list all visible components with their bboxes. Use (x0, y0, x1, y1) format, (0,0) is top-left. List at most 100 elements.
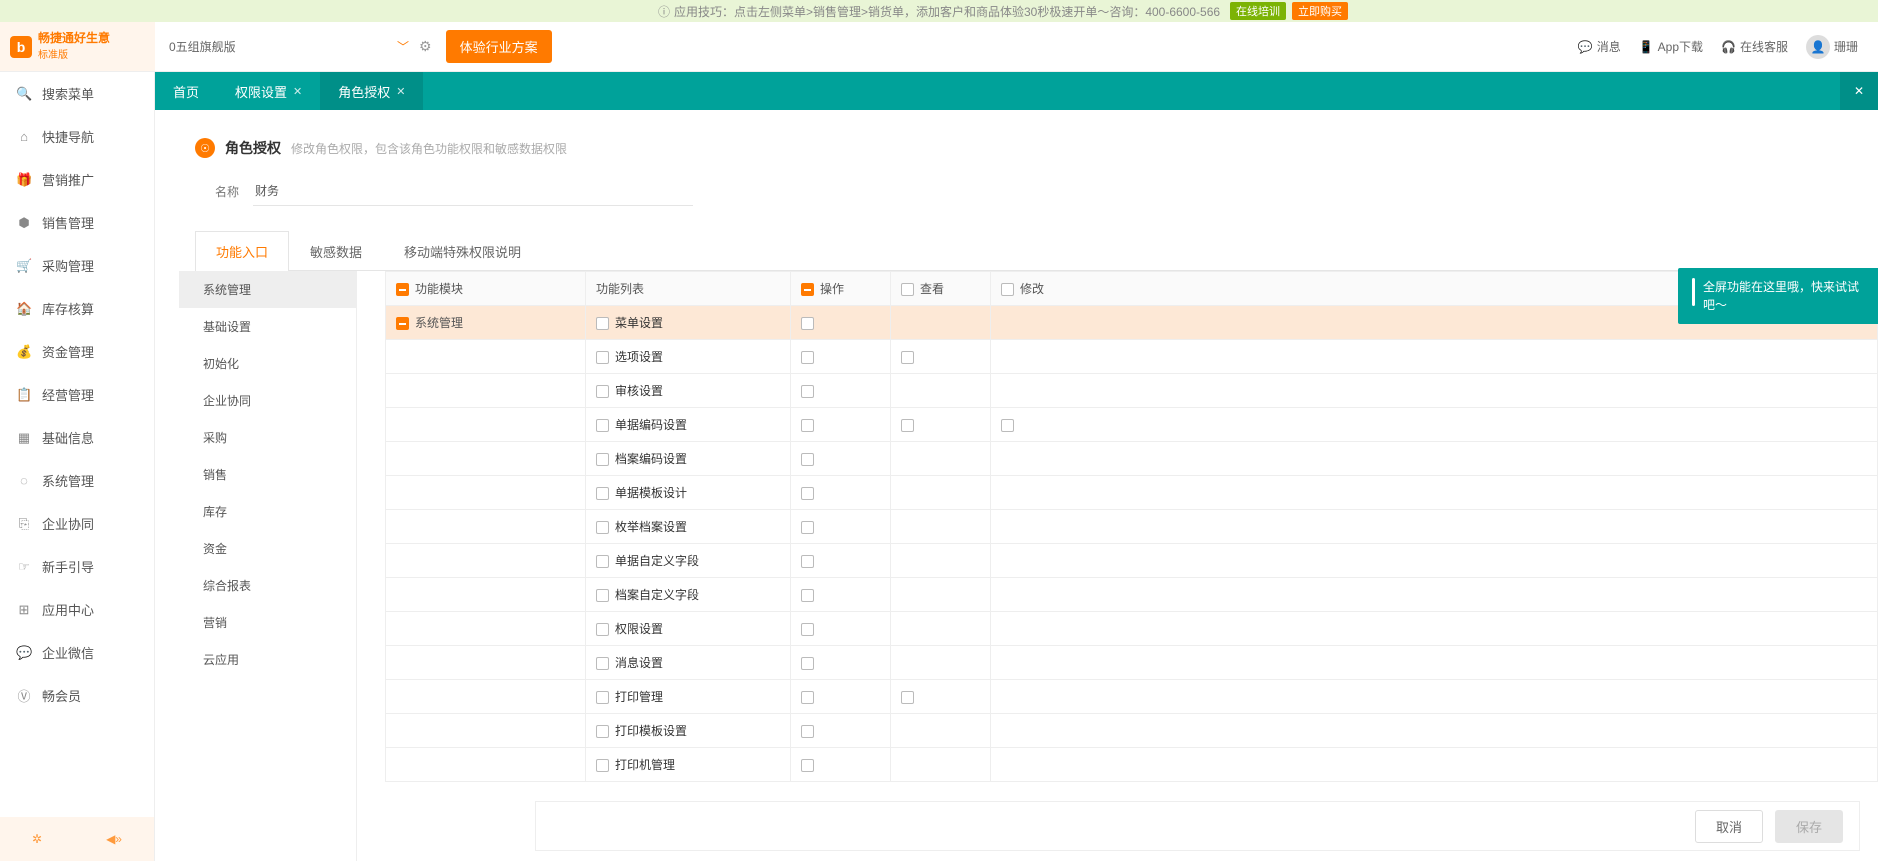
checkbox-op[interactable] (801, 385, 814, 398)
support-link[interactable]: 🎧在线客服 (1721, 38, 1788, 55)
checkbox-op[interactable] (801, 759, 814, 772)
messages-link[interactable]: 💬消息 (1578, 38, 1621, 55)
sidebar-item-8[interactable]: ▦基础信息 (0, 416, 154, 459)
sidebar-item-10[interactable]: ⎘企业协同 (0, 502, 154, 545)
sub-tab-2[interactable]: 移动端特殊权限说明 (383, 231, 542, 271)
close-icon[interactable]: ✕ (396, 85, 405, 98)
checkbox-op[interactable] (801, 521, 814, 534)
sidebar-item-2[interactable]: 🎁营销推广 (0, 158, 154, 201)
col-list: 功能列表 (586, 272, 791, 306)
checkbox-op[interactable] (801, 351, 814, 364)
module-item-1[interactable]: 基础设置 (179, 308, 356, 345)
checkbox-feature[interactable] (596, 555, 609, 568)
checkbox-op[interactable] (801, 657, 814, 670)
checkbox-op[interactable] (801, 725, 814, 738)
module-item-8[interactable]: 综合报表 (179, 567, 356, 604)
sidebar-item-5[interactable]: 🏠库存核算 (0, 287, 154, 330)
tab-2[interactable]: 角色授权✕ (320, 72, 423, 110)
checkbox-feature[interactable] (596, 725, 609, 738)
sidebar-item-12[interactable]: ⊞应用中心 (0, 588, 154, 631)
logo[interactable]: b 畅捷通好生意 标准版 (0, 22, 155, 71)
feature-label: 菜单设置 (615, 316, 663, 330)
checkbox-view[interactable] (901, 419, 914, 432)
sidebar-item-label: 库存核算 (42, 299, 94, 318)
user-menu[interactable]: 👤珊珊 (1806, 35, 1858, 59)
module-item-0[interactable]: 系统管理 (179, 271, 356, 308)
checkbox-feature[interactable] (596, 453, 609, 466)
save-button[interactable]: 保存 (1775, 810, 1843, 843)
app-download-link[interactable]: 📱App下载 (1639, 38, 1703, 55)
org-selector-value: 0五组旗舰版 (169, 38, 236, 55)
sidebar-item-0[interactable]: 🔍搜索菜单 (0, 72, 154, 115)
module-item-2[interactable]: 初始化 (179, 345, 356, 382)
sidebar-item-11[interactable]: ☞新手引导 (0, 545, 154, 588)
name-value[interactable]: 财务 (253, 176, 693, 206)
col-view-label: 查看 (920, 282, 944, 296)
checkbox-op[interactable] (801, 419, 814, 432)
checkbox-feature[interactable] (596, 759, 609, 772)
phone-icon: 📱 (1639, 40, 1654, 54)
checkbox-op-all[interactable] (801, 283, 814, 296)
sub-tab-1[interactable]: 敏感数据 (289, 231, 383, 271)
collapse-icon[interactable]: ◀» (106, 832, 122, 846)
sidebar: 🔍搜索菜单⌂快捷导航🎁营销推广⬢销售管理🛒采购管理🏠库存核算💰资金管理📋经营管理… (0, 72, 155, 861)
checkbox-view-all[interactable] (901, 283, 914, 296)
sidebar-item-1[interactable]: ⌂快捷导航 (0, 115, 154, 158)
chevron-down-icon: ﹀ (397, 38, 409, 55)
fullscreen-tip[interactable]: 全屏功能在这里哦，快来试试吧～ (1678, 268, 1878, 324)
industry-plan-button[interactable]: 体验行业方案 (446, 30, 552, 63)
org-selector[interactable]: 0五组旗舰版 ﹀ (169, 38, 409, 55)
buy-button[interactable]: 立即购买 (1292, 2, 1348, 20)
checkbox-feature[interactable] (596, 623, 609, 636)
sidebar-item-6[interactable]: 💰资金管理 (0, 330, 154, 373)
sub-tab-0[interactable]: 功能入口 (195, 231, 289, 271)
checkbox-view[interactable] (901, 691, 914, 704)
training-button[interactable]: 在线培训 (1230, 2, 1286, 20)
checkbox-group[interactable] (396, 317, 409, 330)
checkbox-op[interactable] (801, 555, 814, 568)
checkbox-op[interactable] (801, 691, 814, 704)
checkbox-op[interactable] (801, 453, 814, 466)
checkbox-feature[interactable] (596, 487, 609, 500)
sidebar-item-14[interactable]: Ⓥ畅会员 (0, 674, 154, 717)
feature-label: 单据编码设置 (615, 418, 687, 432)
checkbox-feature[interactable] (596, 657, 609, 670)
tab-0[interactable]: 首页 (155, 72, 217, 110)
tab-1[interactable]: 权限设置✕ (217, 72, 320, 110)
gear-icon[interactable]: ⚙ (419, 38, 432, 55)
sidebar-item-7[interactable]: 📋经营管理 (0, 373, 154, 416)
checkbox-feature[interactable] (596, 521, 609, 534)
checkbox-feature[interactable] (596, 691, 609, 704)
info-icon: ⓘ (658, 3, 670, 20)
checkbox-feature[interactable] (596, 351, 609, 364)
sidebar-icon: Ⓥ (16, 686, 32, 705)
checkbox-op[interactable] (801, 589, 814, 602)
module-item-10[interactable]: 云应用 (179, 641, 356, 678)
close-icon[interactable]: ✕ (293, 85, 302, 98)
module-item-4[interactable]: 采购 (179, 419, 356, 456)
sidebar-item-9[interactable]: ◌系统管理 (0, 459, 154, 502)
checkbox-module-all[interactable] (396, 283, 409, 296)
checkbox-feature[interactable] (596, 317, 609, 330)
sidebar-item-3[interactable]: ⬢销售管理 (0, 201, 154, 244)
checkbox-feature[interactable] (596, 385, 609, 398)
checkbox-op[interactable] (801, 317, 814, 330)
module-item-3[interactable]: 企业协同 (179, 382, 356, 419)
permission-table-wrap[interactable]: 功能模块 功能列表 操作 查看 修改 系统管理菜单设置选项设置审核设置单据编码设… (385, 271, 1878, 861)
checkbox-feature[interactable] (596, 419, 609, 432)
module-item-6[interactable]: 库存 (179, 493, 356, 530)
checkbox-op[interactable] (801, 623, 814, 636)
sidebar-item-13[interactable]: 💬企业微信 (0, 631, 154, 674)
module-item-9[interactable]: 营销 (179, 604, 356, 641)
settings-icon[interactable]: ✲ (32, 832, 42, 846)
cancel-button[interactable]: 取消 (1695, 810, 1763, 843)
module-item-5[interactable]: 销售 (179, 456, 356, 493)
checkbox-op[interactable] (801, 487, 814, 500)
checkbox-view[interactable] (901, 351, 914, 364)
checkbox-feature[interactable] (596, 589, 609, 602)
close-all-tabs[interactable]: ✕ (1840, 72, 1878, 110)
module-item-7[interactable]: 资金 (179, 530, 356, 567)
checkbox-edit[interactable] (1001, 419, 1014, 432)
sidebar-item-4[interactable]: 🛒采购管理 (0, 244, 154, 287)
checkbox-edit-all[interactable] (1001, 283, 1014, 296)
